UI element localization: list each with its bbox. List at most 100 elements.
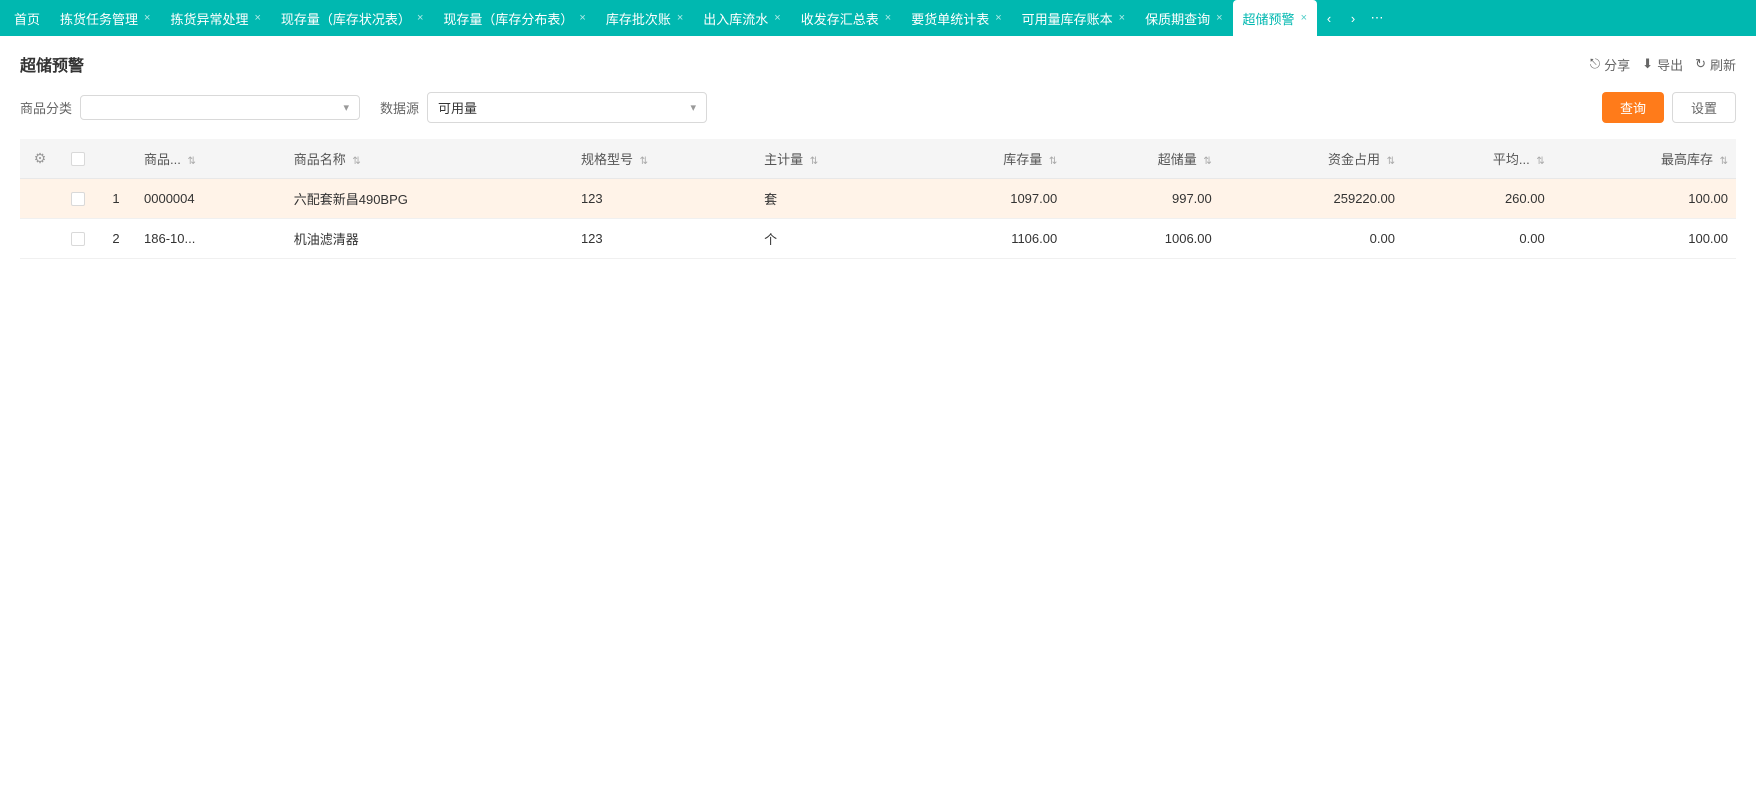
col-capital: 资金占用 ⇅: [1220, 139, 1403, 179]
col-stock: 库存量 ⇅: [911, 139, 1066, 179]
close-stock-dist-icon[interactable]: ×: [579, 12, 585, 24]
col-avg: 平均... ⇅: [1403, 139, 1553, 179]
close-inout-flow-icon[interactable]: ×: [774, 12, 780, 24]
datasource-select-value: 可用量: [438, 98, 477, 117]
close-expiry-icon[interactable]: ×: [1216, 12, 1222, 24]
col-check: [60, 139, 96, 179]
row-avg-0: 260.00: [1403, 179, 1553, 219]
nav-item-stock-status[interactable]: 现存量（库存状况表） ×: [271, 0, 433, 36]
row-checkbox-1[interactable]: [71, 232, 85, 246]
row-stock-0: 1097.00: [911, 179, 1066, 219]
sort-unit-icon[interactable]: ⇅: [810, 156, 818, 167]
header-checkbox[interactable]: [71, 152, 85, 166]
filter-row: 商品分类 ▾ 数据源 可用量 ▾ 查询 设置: [20, 92, 1736, 123]
sort-avg-icon[interactable]: ⇅: [1536, 156, 1544, 167]
col-settings: ⚙: [20, 139, 60, 179]
nav-item-available-stock[interactable]: 可用量库存账本 ×: [1012, 0, 1135, 36]
page-title: 超储预警: [20, 52, 84, 76]
close-pick-task-icon[interactable]: ×: [144, 12, 150, 24]
col-spec: 规格型号 ⇅: [573, 139, 756, 179]
sort-capital-icon[interactable]: ⇅: [1387, 156, 1395, 167]
nav-left-arrow[interactable]: ‹: [1317, 0, 1341, 36]
nav-item-overstock[interactable]: 超储预警 ×: [1233, 0, 1317, 36]
sort-stock-icon[interactable]: ⇅: [1049, 156, 1057, 167]
page-content: 超储预警 ⎋ 分享 ⬇ 导出 ↻ 刷新 商品分类 ▾ 数据源: [0, 36, 1756, 800]
row-checkbox-0[interactable]: [71, 192, 85, 206]
nav-right-arrow[interactable]: ›: [1341, 0, 1365, 36]
query-button[interactable]: 查询: [1602, 92, 1664, 123]
close-receive-send-icon[interactable]: ×: [885, 12, 891, 24]
close-batch-account-icon[interactable]: ×: [677, 12, 683, 24]
row-max-stock-1: 100.00: [1553, 219, 1736, 259]
table-settings-icon[interactable]: ⚙: [34, 150, 47, 166]
top-navigation: 首页 拣货任务管理 × 拣货异常处理 × 现存量（库存状况表） × 现存量（库存…: [0, 0, 1756, 36]
datasource-select[interactable]: 可用量 ▾: [427, 92, 707, 123]
col-unit: 主计量 ⇅: [756, 139, 911, 179]
row-index-1: 2: [96, 219, 136, 259]
page-header: 超储预警 ⎋ 分享 ⬇ 导出 ↻ 刷新: [20, 52, 1736, 76]
row-code-0: 0000004: [136, 179, 286, 219]
table-header-row: ⚙ 商品... ⇅ 商品名称 ⇅ 规格型号 ⇅: [20, 139, 1736, 179]
nav-more-arrow[interactable]: ⋯: [1365, 0, 1389, 36]
share-button[interactable]: ⎋ 分享: [1590, 55, 1630, 74]
table-row: 1 0000004 六配套新昌490BPG 123 套 1097.00 997.…: [20, 179, 1736, 219]
close-order-stats-icon[interactable]: ×: [995, 12, 1001, 24]
col-overstock: 超储量 ⇅: [1065, 139, 1220, 179]
close-pick-exception-icon[interactable]: ×: [254, 12, 260, 24]
close-stock-status-icon[interactable]: ×: [417, 12, 423, 24]
row-avg-1: 0.00: [1403, 219, 1553, 259]
nav-item-pick-task[interactable]: 拣货任务管理 ×: [50, 0, 160, 36]
row-index-0: 1: [96, 179, 136, 219]
row-settings-cell: [20, 179, 60, 219]
filter-actions: 查询 设置: [1602, 92, 1736, 123]
datasource-label: 数据源: [380, 98, 419, 117]
export-icon: ⬇: [1642, 56, 1653, 72]
row-check-cell: [60, 219, 96, 259]
sort-spec-icon[interactable]: ⇅: [640, 156, 648, 167]
category-select[interactable]: ▾: [80, 95, 360, 120]
sort-name-icon[interactable]: ⇅: [352, 156, 360, 167]
sort-overstock-icon[interactable]: ⇅: [1203, 156, 1211, 167]
sort-code-icon[interactable]: ⇅: [187, 156, 195, 167]
row-stock-1: 1106.00: [911, 219, 1066, 259]
nav-item-receive-send[interactable]: 收发存汇总表 ×: [791, 0, 901, 36]
nav-item-pick-exception[interactable]: 拣货异常处理 ×: [160, 0, 270, 36]
row-unit-0: 套: [756, 179, 911, 219]
col-max-stock: 最高库存 ⇅: [1553, 139, 1736, 179]
row-max-stock-0: 100.00: [1553, 179, 1736, 219]
row-code-1: 186-10...: [136, 219, 286, 259]
table-row: 2 186-10... 机油滤清器 123 个 1106.00 1006.00 …: [20, 219, 1736, 259]
refresh-icon: ↻: [1695, 56, 1706, 72]
row-check-cell: [60, 179, 96, 219]
row-capital-0: 259220.00: [1220, 179, 1403, 219]
refresh-button[interactable]: ↻ 刷新: [1695, 55, 1736, 74]
row-overstock-0: 997.00: [1065, 179, 1220, 219]
row-spec-0: 123: [573, 179, 756, 219]
close-overstock-icon[interactable]: ×: [1301, 12, 1307, 24]
nav-item-batch-account[interactable]: 库存批次账 ×: [596, 0, 693, 36]
settings-button[interactable]: 设置: [1672, 92, 1736, 123]
category-filter: 商品分类 ▾: [20, 95, 360, 120]
export-button[interactable]: ⬇ 导出: [1642, 55, 1683, 74]
close-available-stock-icon[interactable]: ×: [1119, 12, 1125, 24]
datasource-dropdown-icon: ▾: [691, 101, 697, 114]
share-icon: ⎋: [1590, 56, 1600, 72]
nav-item-stock-dist[interactable]: 现存量（库存分布表） ×: [433, 0, 595, 36]
col-name: 商品名称 ⇅: [286, 139, 573, 179]
sort-max-stock-icon[interactable]: ⇅: [1720, 156, 1728, 167]
nav-item-expiry[interactable]: 保质期查询 ×: [1135, 0, 1232, 36]
nav-item-home[interactable]: 首页: [4, 0, 50, 36]
row-name-1: 机油滤清器: [286, 219, 573, 259]
row-settings-cell: [20, 219, 60, 259]
datasource-filter: 数据源 可用量 ▾: [380, 92, 707, 123]
row-unit-1: 个: [756, 219, 911, 259]
header-actions: ⎋ 分享 ⬇ 导出 ↻ 刷新: [1590, 55, 1736, 74]
category-label: 商品分类: [20, 98, 72, 117]
nav-item-inout-flow[interactable]: 出入库流水 ×: [693, 0, 790, 36]
row-overstock-1: 1006.00: [1065, 219, 1220, 259]
data-table: ⚙ 商品... ⇅ 商品名称 ⇅ 规格型号 ⇅: [20, 139, 1736, 259]
row-spec-1: 123: [573, 219, 756, 259]
row-name-0: 六配套新昌490BPG: [286, 179, 573, 219]
category-dropdown-icon: ▾: [343, 101, 349, 114]
nav-item-order-stats[interactable]: 要货单统计表 ×: [901, 0, 1011, 36]
